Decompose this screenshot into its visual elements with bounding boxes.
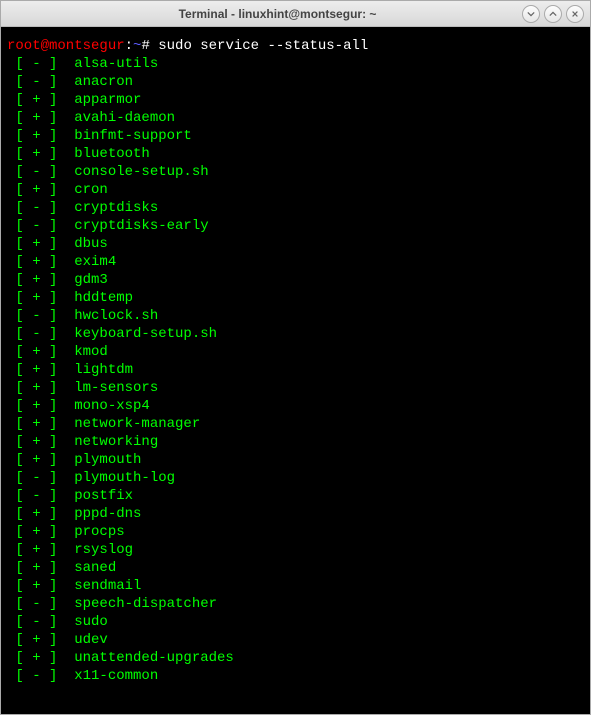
service-line: [ + ] exim4 — [7, 253, 584, 271]
minimize-button[interactable] — [522, 5, 540, 23]
terminal-window: Terminal - linuxhint@montsegur: ~ root@m… — [0, 0, 591, 715]
service-line: [ + ] networking — [7, 433, 584, 451]
service-line: [ - ] postfix — [7, 487, 584, 505]
service-line: [ + ] lightdm — [7, 361, 584, 379]
service-line: [ + ] udev — [7, 631, 584, 649]
service-line: [ + ] binfmt-support — [7, 127, 584, 145]
service-line: [ - ] keyboard-setup.sh — [7, 325, 584, 343]
service-line: [ + ] gdm3 — [7, 271, 584, 289]
service-line: [ - ] speech-dispatcher — [7, 595, 584, 613]
window-title: Terminal - linuxhint@montsegur: ~ — [33, 7, 522, 21]
service-line: [ + ] hddtemp — [7, 289, 584, 307]
service-line: [ + ] rsyslog — [7, 541, 584, 559]
service-line: [ + ] sendmail — [7, 577, 584, 595]
service-line: [ + ] lm-sensors — [7, 379, 584, 397]
service-line: [ + ] pppd-dns — [7, 505, 584, 523]
service-line: [ + ] avahi-daemon — [7, 109, 584, 127]
service-line: [ - ] console-setup.sh — [7, 163, 584, 181]
service-line: [ + ] saned — [7, 559, 584, 577]
service-line: [ + ] kmod — [7, 343, 584, 361]
service-line: [ - ] alsa-utils — [7, 55, 584, 73]
service-list: [ - ] alsa-utils [ - ] anacron [ + ] app… — [7, 55, 584, 685]
service-line: [ + ] apparmor — [7, 91, 584, 109]
service-line: [ - ] anacron — [7, 73, 584, 91]
window-titlebar: Terminal - linuxhint@montsegur: ~ — [1, 1, 590, 27]
prompt-hash: # — [141, 38, 149, 54]
service-line: [ - ] cryptdisks-early — [7, 217, 584, 235]
chevron-down-icon — [527, 10, 535, 18]
service-line: [ - ] plymouth-log — [7, 469, 584, 487]
service-line: [ - ] cryptdisks — [7, 199, 584, 217]
close-icon — [571, 10, 579, 18]
terminal-content[interactable]: root@montsegur:~# sudo service --status-… — [1, 27, 590, 714]
service-line: [ + ] procps — [7, 523, 584, 541]
chevron-up-icon — [549, 10, 557, 18]
service-line: [ + ] bluetooth — [7, 145, 584, 163]
service-line: [ + ] unattended-upgrades — [7, 649, 584, 667]
service-line: [ + ] cron — [7, 181, 584, 199]
service-line: [ + ] plymouth — [7, 451, 584, 469]
prompt-line: root@montsegur:~# sudo service --status-… — [7, 37, 584, 55]
service-line: [ + ] dbus — [7, 235, 584, 253]
prompt-command: sudo service --status-all — [150, 38, 368, 54]
service-line: [ - ] x11-common — [7, 667, 584, 685]
service-line: [ - ] sudo — [7, 613, 584, 631]
close-button[interactable] — [566, 5, 584, 23]
service-line: [ - ] hwclock.sh — [7, 307, 584, 325]
prompt-colon: : — [125, 38, 133, 54]
window-controls — [522, 5, 584, 23]
prompt-user-host: root@montsegur — [7, 38, 125, 54]
maximize-button[interactable] — [544, 5, 562, 23]
service-line: [ + ] network-manager — [7, 415, 584, 433]
service-line: [ + ] mono-xsp4 — [7, 397, 584, 415]
